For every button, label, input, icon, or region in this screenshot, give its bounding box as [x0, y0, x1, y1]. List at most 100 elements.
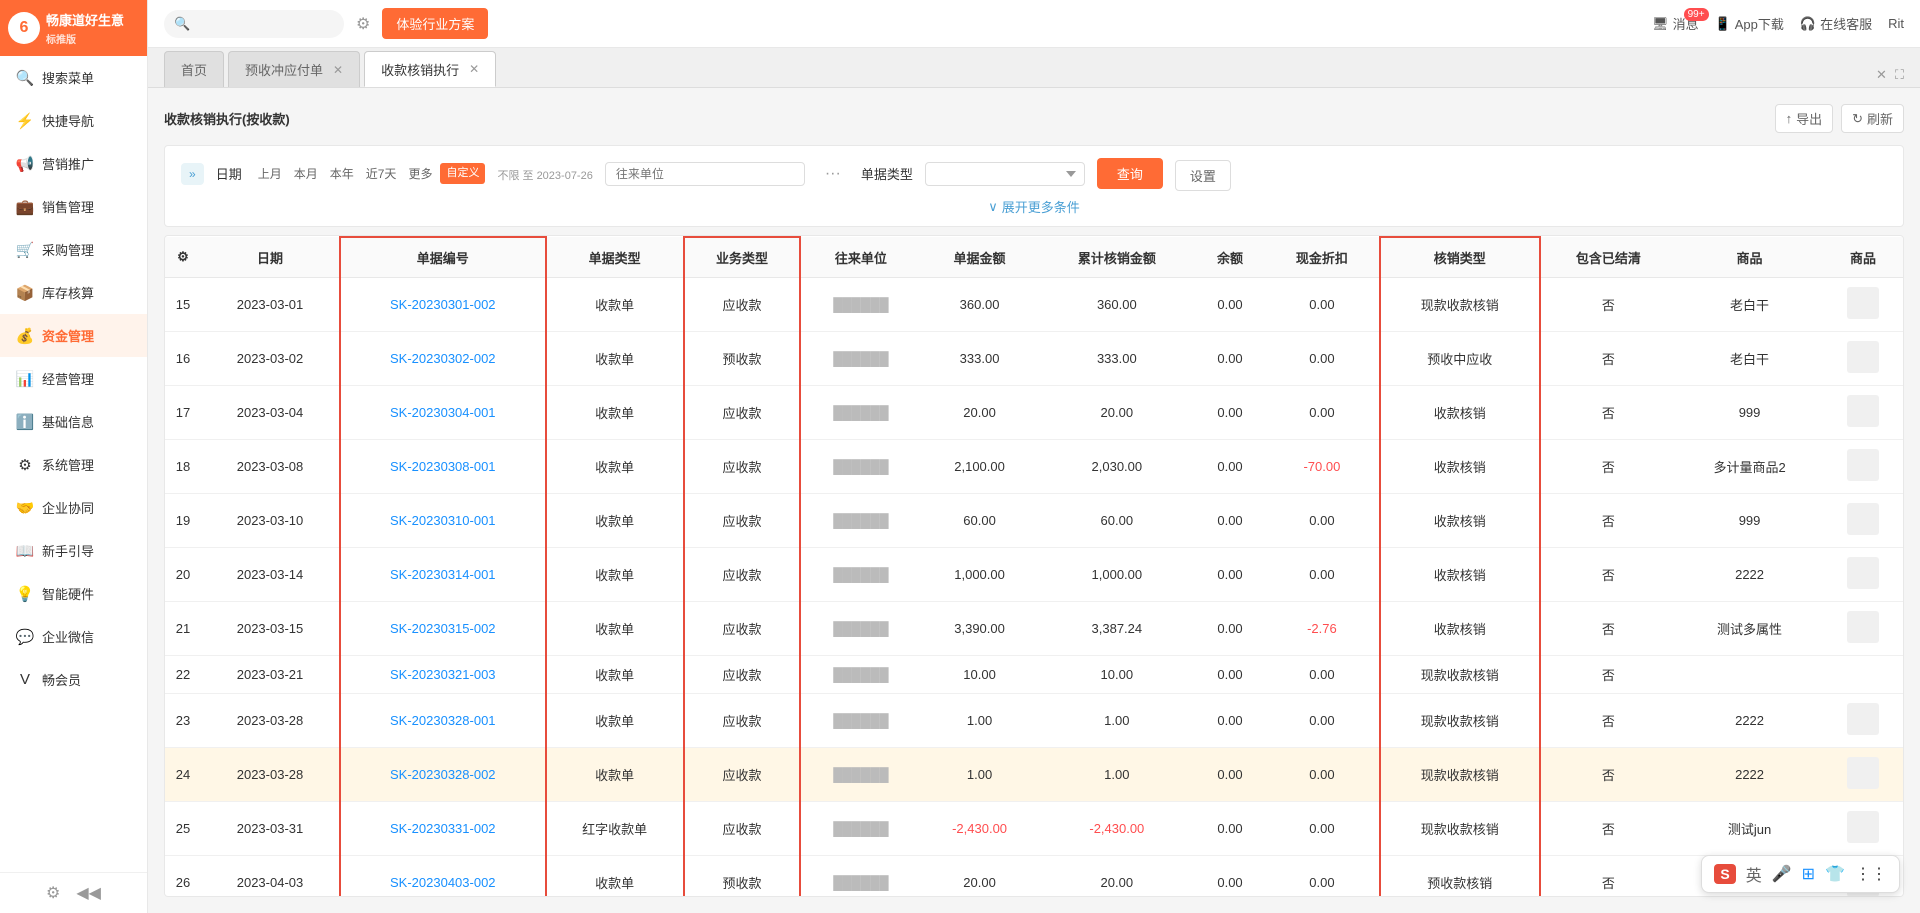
filter-expand-icon[interactable]: » — [181, 163, 204, 185]
ime-apps-icon[interactable]: ⋮⋮ — [1855, 864, 1887, 884]
cell-goods-img — [1823, 548, 1903, 602]
doc-no-link[interactable]: SK-20230321-003 — [390, 667, 496, 682]
doc-no-link[interactable]: SK-20230331-002 — [390, 821, 496, 836]
tab-close-2[interactable]: ✕ — [469, 62, 479, 76]
doc-no-link[interactable]: SK-20230314-001 — [390, 567, 496, 582]
cell-verify-type: 现款收款核销 — [1380, 656, 1540, 694]
cell-date: 2023-03-14 — [201, 548, 340, 602]
sidebar-item-库存核算[interactable]: 📦 库存核算 — [0, 271, 147, 314]
topbar-settings-icon[interactable]: ⚙ — [356, 14, 370, 34]
messages-btn[interactable]: 🖥 消息 99+ — [1652, 14, 1699, 33]
this-month-btn[interactable]: 本月 — [290, 163, 322, 184]
settings-btn[interactable]: 设置 — [1175, 160, 1231, 191]
refresh-label: 刷新 — [1867, 109, 1893, 128]
export-btn[interactable]: ↑ 导出 — [1775, 104, 1834, 133]
cell-settled: 否 — [1540, 440, 1677, 494]
ime-grid-icon[interactable]: ⊞ — [1802, 864, 1815, 884]
tab-close-1[interactable]: ✕ — [333, 63, 343, 77]
cell-doc-no: SK-20230314-001 — [340, 548, 546, 602]
sidebar-item-基础信息[interactable]: ℹ️ 基础信息 — [0, 400, 147, 443]
cell-discount: 0.00 — [1265, 548, 1380, 602]
tab-0[interactable]: 首页 — [164, 51, 224, 87]
tab-1[interactable]: 预收冲应付单✕ — [228, 51, 360, 87]
goods-image — [1847, 341, 1879, 373]
ime-mic-icon[interactable]: 🎤 — [1772, 864, 1792, 884]
sidebar-item-新手引导[interactable]: 📖 新手引导 — [0, 529, 147, 572]
sidebar-label-7: 经营管理 — [42, 369, 94, 388]
sidebar-item-营销推广[interactable]: 📢 营销推广 — [0, 142, 147, 185]
chevron-down-icon: ∨ — [988, 199, 998, 215]
ime-shirt-icon[interactable]: 👕 — [1825, 864, 1845, 884]
tab-2[interactable]: 收款核销执行✕ — [364, 51, 496, 87]
last-7-days-btn[interactable]: 近7天 — [362, 163, 401, 184]
sidebar-item-企业协同[interactable]: 🤝 企业协同 — [0, 486, 147, 529]
cell-partner: ██████ — [800, 440, 920, 494]
refresh-btn[interactable]: ↻ 刷新 — [1841, 104, 1904, 133]
sidebar-bottom: ⚙ ◀◀ — [0, 872, 147, 913]
sidebar-item-搜索菜单[interactable]: 🔍 搜索菜单 — [0, 56, 147, 99]
cell-goods: 测试多属性 — [1676, 602, 1823, 656]
data-table: ⚙ 日期 单据编号 单据类型 业务类型 往来单位 单据金额 累计核销金额 余额 … — [165, 236, 1903, 897]
table-row: 15 2023-03-01 SK-20230301-002 收款单 应收款 ██… — [165, 278, 1903, 332]
query-btn[interactable]: 查询 — [1097, 158, 1163, 189]
industry-solution-btn[interactable]: 体验行业方案 — [382, 8, 488, 39]
sidebar-item-系统管理[interactable]: ⚙ 系统管理 — [0, 443, 147, 486]
app-download-btn[interactable]: 📱 App下载 — [1715, 14, 1784, 33]
col-settings[interactable]: ⚙ — [165, 237, 201, 278]
close-all-icon[interactable]: ✕ — [1876, 67, 1887, 83]
cell-settled: 否 — [1540, 278, 1677, 332]
cell-biz-type: 应收款 — [684, 748, 801, 802]
cell-biz-type: 应收款 — [684, 548, 801, 602]
maximize-icon[interactable]: ⛶ — [1895, 67, 1904, 83]
expand-conditions-row[interactable]: ∨ 展开更多条件 — [181, 197, 1887, 216]
doc-no-link[interactable]: SK-20230304-001 — [390, 405, 496, 420]
doc-no-link[interactable]: SK-20230328-002 — [390, 767, 496, 782]
cell-goods-img — [1823, 440, 1903, 494]
sidebar-item-资金管理[interactable]: 💰 资金管理 — [0, 314, 147, 357]
sidebar-item-销售管理[interactable]: 💼 销售管理 — [0, 185, 147, 228]
cell-goods: 999 — [1676, 494, 1823, 548]
ime-lang-icon[interactable]: 英 — [1746, 862, 1762, 886]
cell-verified: 60.00 — [1039, 494, 1195, 548]
cell-partner: ██████ — [800, 278, 920, 332]
cell-amount: 333.00 — [921, 332, 1039, 386]
cell-seq: 26 — [165, 856, 201, 898]
sidebar-item-畅会员[interactable]: V 畅会员 — [0, 658, 147, 701]
partner-input[interactable] — [605, 162, 805, 186]
table-row: 18 2023-03-08 SK-20230308-001 收款单 应收款 ██… — [165, 440, 1903, 494]
receipt-type-select[interactable] — [925, 162, 1085, 186]
sidebar-item-企业微信[interactable]: 💬 企业微信 — [0, 615, 147, 658]
collapse-icon[interactable]: ◀◀ — [76, 883, 101, 903]
doc-no-link[interactable]: SK-20230328-001 — [390, 713, 496, 728]
cell-seq: 21 — [165, 602, 201, 656]
page-title-bar: 收款核销执行(按收款) ↑ 导出 ↻ 刷新 — [164, 104, 1904, 133]
doc-no-link[interactable]: SK-20230302-002 — [390, 351, 496, 366]
sidebar-item-快捷导航[interactable]: ⚡ 快捷导航 — [0, 99, 147, 142]
cell-goods: 老白干 — [1676, 278, 1823, 332]
ime-toolbar[interactable]: S 英 🎤 ⊞ 👕 ⋮⋮ — [1701, 855, 1900, 893]
cell-seq: 15 — [165, 278, 201, 332]
sidebar-icon-5: 📦 — [16, 284, 34, 302]
cell-doc-no: SK-20230403-002 — [340, 856, 546, 898]
online-service-btn[interactable]: 🎧 在线客服 — [1800, 14, 1872, 33]
doc-no-link[interactable]: SK-20230308-001 — [390, 459, 496, 474]
cell-doc-type: 收款单 — [546, 548, 684, 602]
doc-no-link[interactable]: SK-20230315-002 — [390, 621, 496, 636]
settings-bottom-icon[interactable]: ⚙ — [46, 883, 60, 903]
doc-no-link[interactable]: SK-20230310-001 — [390, 513, 496, 528]
last-month-btn[interactable]: 上月 — [254, 163, 286, 184]
cell-goods-img — [1823, 494, 1903, 548]
doc-no-link[interactable]: SK-20230301-002 — [390, 297, 496, 312]
doc-no-link[interactable]: SK-20230403-002 — [390, 875, 496, 890]
sidebar-label-11: 新手引导 — [42, 541, 94, 560]
sidebar-item-经营管理[interactable]: 📊 经营管理 — [0, 357, 147, 400]
this-year-btn[interactable]: 本年 — [326, 163, 358, 184]
custom-date-btn[interactable]: 自定义 — [440, 163, 485, 184]
cell-doc-no: SK-20230331-002 — [340, 802, 546, 856]
topbar-search-box[interactable]: 🔍 — [164, 10, 344, 38]
sidebar-item-智能硬件[interactable]: 💡 智能硬件 — [0, 572, 147, 615]
cell-settled: 否 — [1540, 802, 1677, 856]
user-avatar[interactable]: Rit — [1888, 16, 1904, 31]
more-date-btn[interactable]: 更多 — [404, 163, 436, 184]
sidebar-item-采购管理[interactable]: 🛒 采购管理 — [0, 228, 147, 271]
